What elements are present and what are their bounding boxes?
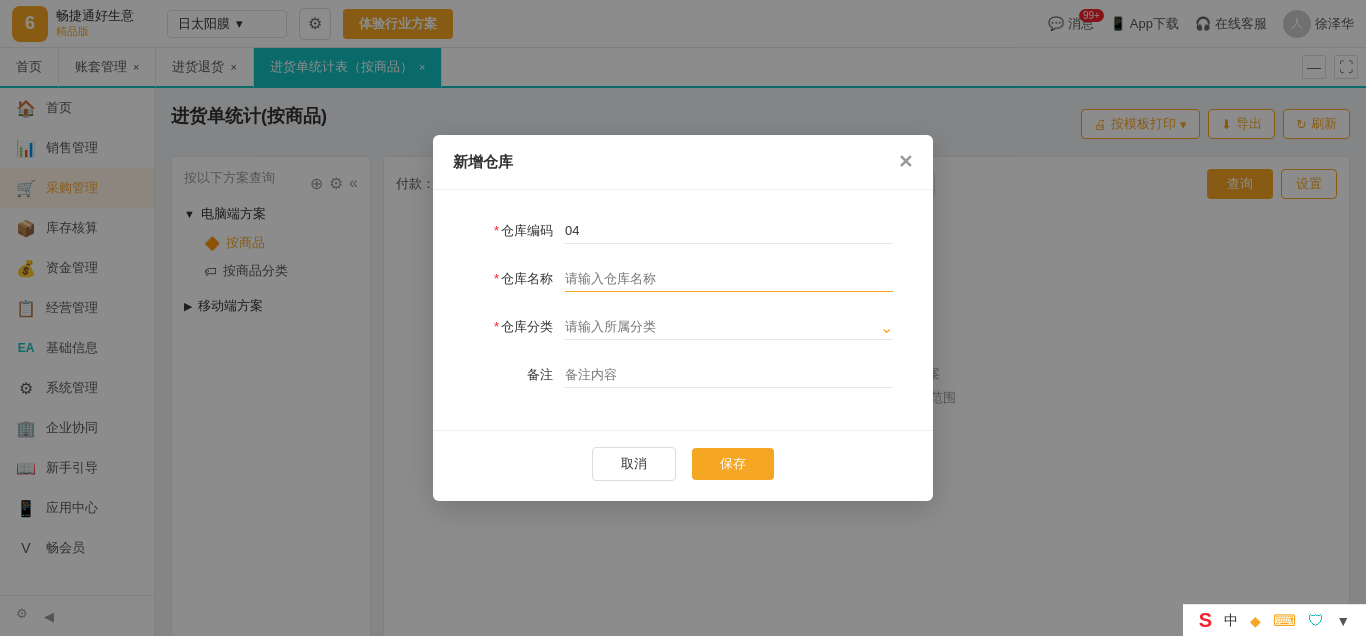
save-btn[interactable]: 保存 [692, 448, 774, 480]
s-icon[interactable]: S [1199, 609, 1212, 632]
bottom-bar: S 中 ◆ ⌨ 🛡 ▼ [1183, 604, 1366, 636]
modal-close-btn[interactable]: ✕ [898, 151, 913, 173]
required-star-category: * [494, 319, 499, 334]
category-label: *仓库分类 [473, 318, 553, 336]
required-star-name: * [494, 271, 499, 286]
keyboard-icon[interactable]: ⌨ [1273, 611, 1296, 630]
modal-footer: 取消 保存 [433, 430, 933, 501]
form-row-remark: 备注 [473, 362, 893, 388]
form-row-name: *仓库名称 [473, 266, 893, 292]
cancel-btn[interactable]: 取消 [592, 447, 676, 481]
modal-title: 新增仓库 [453, 153, 513, 172]
modal-body: *仓库编码 *仓库名称 *仓库分类 ⌄ [433, 190, 933, 430]
add-warehouse-modal: 新增仓库 ✕ *仓库编码 *仓库名称 *仓库分类 [433, 135, 933, 501]
name-label: *仓库名称 [473, 270, 553, 288]
form-row-category: *仓库分类 ⌄ [473, 314, 893, 340]
code-label: *仓库编码 [473, 222, 553, 240]
category-input[interactable] [565, 314, 893, 339]
required-star-code: * [494, 223, 499, 238]
chinese-input-icon[interactable]: 中 [1224, 612, 1238, 630]
category-select-wrap: ⌄ [565, 314, 893, 340]
shield-icon[interactable]: 🛡 [1308, 612, 1324, 630]
modal-header: 新增仓库 ✕ [433, 135, 933, 190]
form-row-code: *仓库编码 [473, 218, 893, 244]
down-arrow-icon[interactable]: ▼ [1336, 613, 1350, 629]
warehouse-code-input[interactable] [565, 218, 893, 244]
remark-label: 备注 [473, 366, 553, 384]
diamond-icon[interactable]: ◆ [1250, 613, 1261, 629]
remark-input[interactable] [565, 362, 893, 388]
modal-overlay: 新增仓库 ✕ *仓库编码 *仓库名称 *仓库分类 [0, 0, 1366, 636]
warehouse-name-input[interactable] [565, 266, 893, 292]
